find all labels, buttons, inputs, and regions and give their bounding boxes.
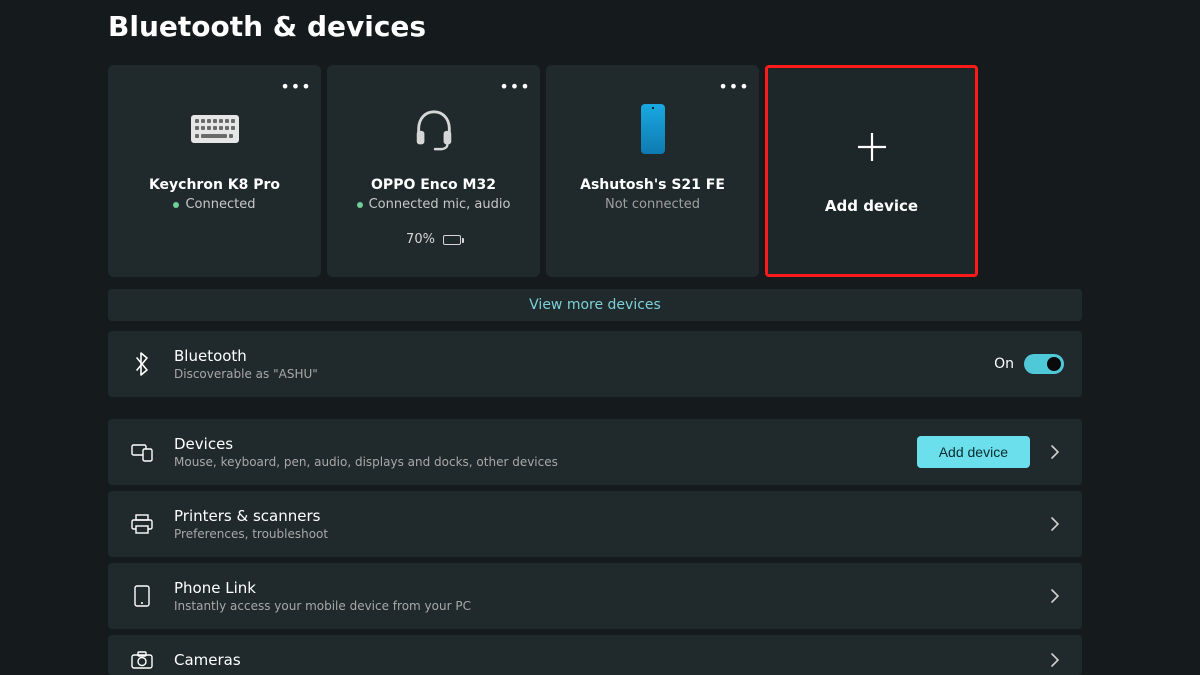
chevron-right-icon <box>1046 653 1064 667</box>
device-status-text: Connected mic, audio <box>369 197 511 212</box>
device-status-text: Not connected <box>605 197 700 212</box>
bluetooth-icon <box>126 352 158 376</box>
plus-icon <box>852 127 892 171</box>
cameras-row[interactable]: Cameras <box>108 635 1082 675</box>
printers-row[interactable]: Printers & scanners Preferences, trouble… <box>108 491 1082 557</box>
printers-title: Printers & scanners <box>174 507 1046 525</box>
battery-percent: 70% <box>406 232 435 247</box>
device-card-headset[interactable]: ••• OPPO Enco M32 Connected mic, audio 7… <box>327 65 540 277</box>
device-battery: 70% <box>406 232 461 247</box>
device-name: Keychron K8 Pro <box>149 177 280 193</box>
bluetooth-toggle[interactable] <box>1024 354 1064 374</box>
chevron-right-icon <box>1046 589 1064 603</box>
device-card-phone[interactable]: ••• Ashutosh's S21 FE Not connected <box>546 65 759 277</box>
devices-title: Devices <box>174 435 917 453</box>
bluetooth-title: Bluetooth <box>174 347 994 365</box>
more-icon[interactable]: ••• <box>719 73 749 99</box>
device-status: Connected <box>173 197 255 212</box>
device-card-keyboard[interactable]: ••• Keychron K8 Pro Connected <box>108 65 321 277</box>
printers-subtitle: Preferences, troubleshoot <box>174 527 1046 541</box>
cameras-title: Cameras <box>174 651 1046 669</box>
device-status: Not connected <box>605 197 700 212</box>
phone-link-subtitle: Instantly access your mobile device from… <box>174 599 1046 613</box>
devices-icon <box>126 442 158 462</box>
add-device-button[interactable]: Add device <box>917 436 1030 468</box>
chevron-right-icon <box>1046 445 1064 459</box>
headset-icon <box>404 101 464 157</box>
chevron-right-icon <box>1046 517 1064 531</box>
camera-icon <box>126 651 158 669</box>
device-status-text: Connected <box>185 197 255 212</box>
device-name: OPPO Enco M32 <box>371 177 496 193</box>
keyboard-icon <box>185 101 245 157</box>
devices-subtitle: Mouse, keyboard, pen, audio, displays an… <box>174 455 917 469</box>
add-device-card[interactable]: Add device <box>765 65 978 277</box>
phone-link-icon <box>126 585 158 607</box>
bluetooth-toggle-label: On <box>994 356 1014 372</box>
page-title: Bluetooth & devices <box>108 10 1200 43</box>
bluetooth-subtitle: Discoverable as "ASHU" <box>174 367 994 381</box>
connected-dot-icon <box>357 202 363 208</box>
device-cards-row: ••• Keychron K8 Pro Connected ••• <box>108 65 1200 277</box>
bluetooth-row: Bluetooth Discoverable as "ASHU" On <box>108 331 1082 397</box>
printer-icon <box>126 514 158 534</box>
connected-dot-icon <box>173 202 179 208</box>
more-icon[interactable]: ••• <box>281 73 311 99</box>
battery-icon <box>443 235 461 245</box>
devices-row[interactable]: Devices Mouse, keyboard, pen, audio, dis… <box>108 419 1082 485</box>
add-device-label: Add device <box>825 197 918 215</box>
phone-icon <box>623 101 683 157</box>
phone-link-row[interactable]: Phone Link Instantly access your mobile … <box>108 563 1082 629</box>
more-icon[interactable]: ••• <box>500 73 530 99</box>
phone-link-title: Phone Link <box>174 579 1046 597</box>
device-status: Connected mic, audio <box>357 197 511 212</box>
view-more-devices-link[interactable]: View more devices <box>108 289 1082 321</box>
device-name: Ashutosh's S21 FE <box>580 177 725 193</box>
